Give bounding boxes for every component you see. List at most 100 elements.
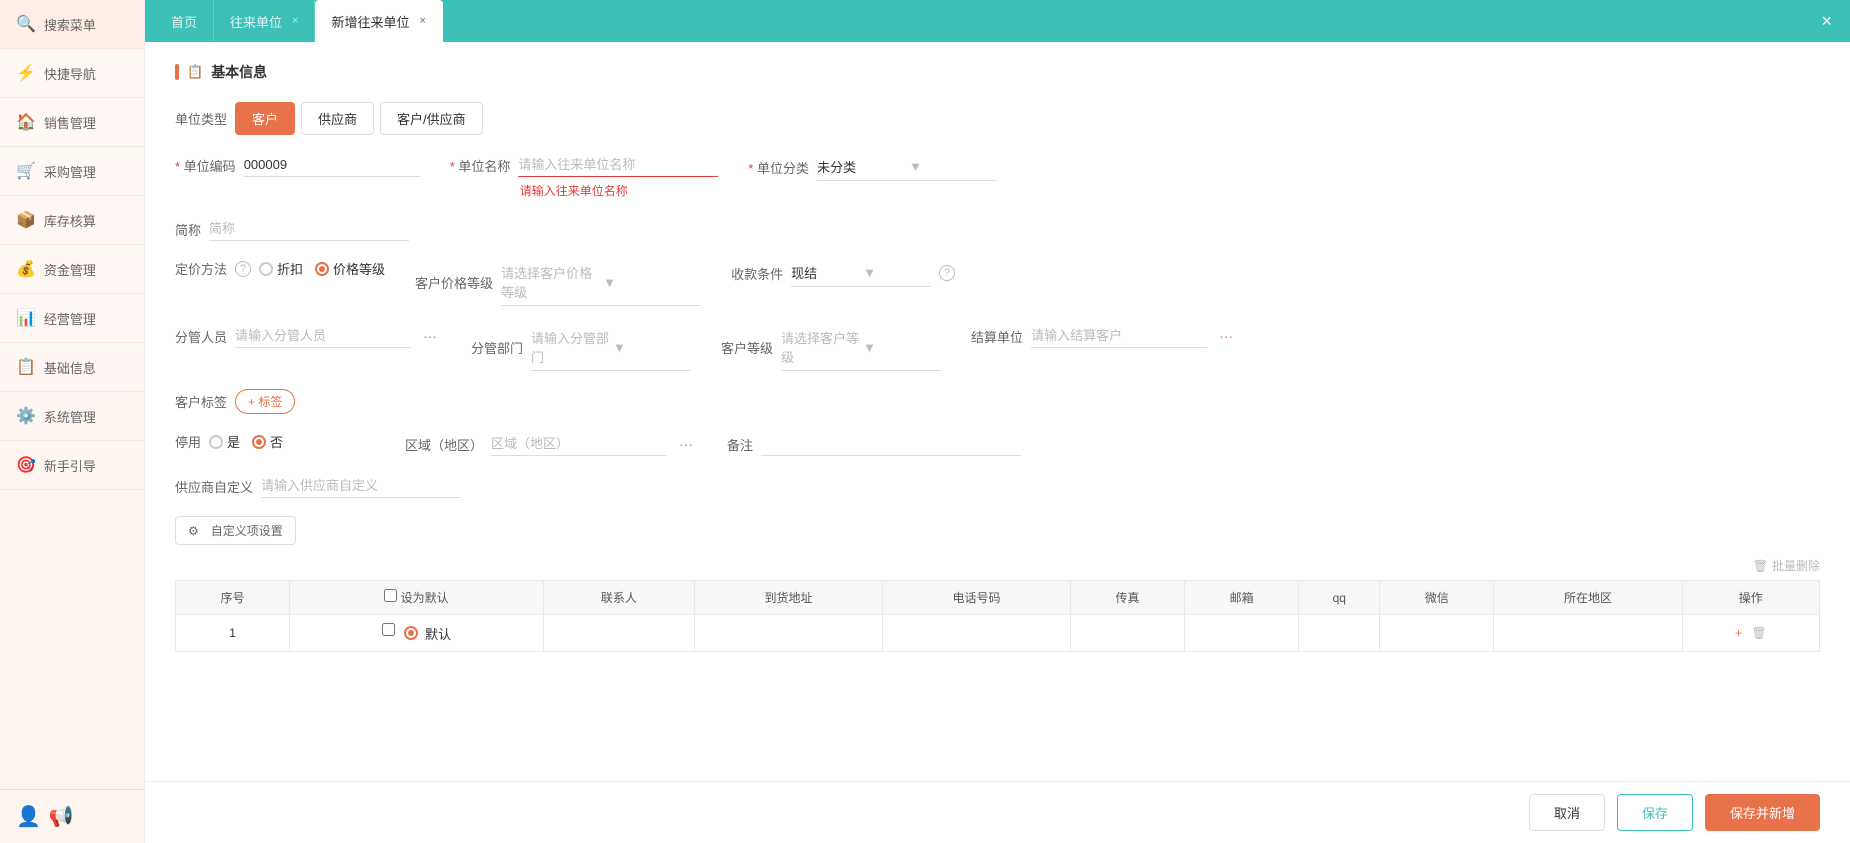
department-field: 分管部门 请输入分管部门 ▼ <box>471 324 691 371</box>
tab-new-counterpart[interactable]: 新增往来单位 × <box>315 0 442 42</box>
sidebar-item-finance[interactable]: 💰 资金管理 <box>0 245 144 294</box>
select-all-checkbox[interactable] <box>384 589 397 602</box>
sidebar-item-search[interactable]: 🔍 搜索菜单 <box>0 0 144 49</box>
disable-field: 停用 是 否 <box>175 432 375 451</box>
basic-info-icon: 📋 <box>16 357 36 377</box>
col-seq: 序号 <box>176 581 290 615</box>
unit-code-label: 单位编码 <box>175 156 236 175</box>
region-field: 区域（地区） ··· <box>405 432 697 456</box>
pricing-level-radio[interactable] <box>315 262 329 276</box>
manager-more[interactable]: ··· <box>419 328 441 344</box>
unit-name-input[interactable] <box>518 153 718 177</box>
batch-delete-btn[interactable]: 🗑 批量删除 <box>1753 557 1820 574</box>
close-all-tabs[interactable]: × <box>1813 11 1840 32</box>
tags-field: 客户标签 + 标签 <box>175 389 375 414</box>
quick-nav-icon: ⚡ <box>16 63 36 83</box>
guide-icon: 🎯 <box>16 455 36 475</box>
short-name-field: 简称 <box>175 217 409 241</box>
add-tag-btn[interactable]: + 标签 <box>235 389 295 414</box>
tab-counterparts[interactable]: 往来单位 × <box>214 0 315 42</box>
col-contact: 联系人 <box>543 581 694 615</box>
sidebar-item-quick-nav[interactable]: ⚡ 快捷导航 <box>0 49 144 98</box>
code-name-category-row: 单位编码 单位名称 请输入往来单位名称 单位分类 未分类 ▼ <box>175 153 1820 199</box>
default-radio-option[interactable]: 默认 <box>404 624 451 643</box>
disable-region-row: 停用 是 否 区域（地区） ··· 备注 <box>175 432 1820 456</box>
unit-category-select[interactable]: 未分类 ▼ <box>817 153 997 181</box>
disable-yes-option[interactable]: 是 <box>209 432 240 451</box>
disable-no-radio[interactable] <box>252 435 266 449</box>
pricing-method-label: 定价方法 <box>175 259 227 278</box>
cell-row-actions: + 🗑 <box>1682 615 1820 652</box>
payment-terms-select[interactable]: 现结 ▼ <box>791 259 931 287</box>
pricing-help-icon[interactable]: ? <box>235 261 251 277</box>
cell-region <box>1494 615 1682 652</box>
department-select[interactable]: 请输入分管部门 ▼ <box>531 324 691 371</box>
cell-email <box>1185 615 1299 652</box>
region-input[interactable] <box>491 432 667 456</box>
sidebar-item-inventory[interactable]: 📦 库存核算 <box>0 196 144 245</box>
pricing-level-option[interactable]: 价格等级 <box>315 259 385 278</box>
table-section: 🗑 批量删除 序号 设为默认 联系人 到货地址 电话号码 传真 邮箱 qq <box>175 557 1820 652</box>
supplier-custom-input[interactable] <box>261 474 461 498</box>
custom-settings-btn[interactable]: ⚙ ⚙ 自定义项设置 自定义项设置 <box>175 516 296 545</box>
tab-home[interactable]: 首页 <box>155 0 214 42</box>
table-actions: 🗑 批量删除 <box>175 557 1820 574</box>
inventory-icon: 📦 <box>16 210 36 230</box>
col-address: 到货地址 <box>694 581 882 615</box>
price-level-chevron: ▼ <box>603 275 701 290</box>
payment-terms-help[interactable]: ? <box>939 265 955 281</box>
section-title-icon: 📋 <box>187 64 203 80</box>
tab-new-counterpart-close[interactable]: × <box>419 15 425 27</box>
supplier-custom-row: 供应商自定义 <box>175 474 1820 498</box>
short-name-input[interactable] <box>209 217 409 241</box>
cell-address <box>694 615 882 652</box>
pricing-discount-radio[interactable] <box>259 262 273 276</box>
payment-terms-chevron: ▼ <box>863 265 931 280</box>
unit-name-label: 单位名称 <box>450 156 511 175</box>
system-icon: ⚙️ <box>16 406 36 426</box>
unit-name-field: 单位名称 请输入往来单位名称 <box>450 153 719 199</box>
disable-no-option[interactable]: 否 <box>252 432 283 451</box>
disable-radio-group: 是 否 <box>209 432 283 451</box>
row-add-btn[interactable]: + <box>1735 626 1742 640</box>
sidebar-item-operations[interactable]: 📊 经营管理 <box>0 294 144 343</box>
cancel-button[interactable]: 取消 <box>1529 794 1605 831</box>
customer-price-level-field: 客户价格等级 请选择客户价格等级 ▼ <box>415 259 701 306</box>
shortname-row: 简称 <box>175 217 1820 241</box>
unit-code-input[interactable] <box>244 153 420 177</box>
finance-icon: 💰 <box>16 259 36 279</box>
sidebar-item-sales[interactable]: 🏠 销售管理 <box>0 98 144 147</box>
unit-type-both-btn[interactable]: 客户/供应商 <box>380 102 483 135</box>
settlement-more[interactable]: ··· <box>1215 328 1237 344</box>
pricing-discount-option[interactable]: 折扣 <box>259 259 303 278</box>
sidebar-item-guide[interactable]: 🎯 新手引导 <box>0 441 144 490</box>
sidebar-item-purchase[interactable]: 🛒 采购管理 <box>0 147 144 196</box>
tab-bar: 首页 往来单位 × 新增往来单位 × × <box>145 0 1850 42</box>
table-body: 1 默认 <box>176 615 1820 652</box>
manager-input[interactable] <box>235 324 411 348</box>
cell-contact <box>543 615 694 652</box>
bottom-bar: 取消 保存 保存并新增 <box>145 781 1850 843</box>
disable-yes-radio[interactable] <box>209 435 223 449</box>
save-new-button[interactable]: 保存并新增 <box>1705 794 1820 831</box>
customer-level-select[interactable]: 请选择客户等级 ▼ <box>781 324 941 371</box>
tab-counterparts-close[interactable]: × <box>292 15 298 27</box>
save-button[interactable]: 保存 <box>1617 794 1693 831</box>
sidebar-item-basic-info[interactable]: 📋 基础信息 <box>0 343 144 392</box>
supplier-custom-label: 供应商自定义 <box>175 477 253 496</box>
notification-icon[interactable]: 📢 <box>49 804 74 829</box>
cell-fax <box>1071 615 1185 652</box>
user-icon[interactable]: 👤 <box>16 804 41 829</box>
region-more[interactable]: ··· <box>675 436 697 452</box>
sidebar-item-system[interactable]: ⚙️ 系统管理 <box>0 392 144 441</box>
unit-type-label: 单位类型 <box>175 109 227 128</box>
customer-price-level-select[interactable]: 请选择客户价格等级 ▼ <box>501 259 701 306</box>
unit-type-customer-btn[interactable]: 客户 <box>235 102 295 135</box>
row-delete-btn[interactable]: 🗑 <box>1751 626 1766 640</box>
unit-type-field: 单位类型 客户 供应商 客户/供应商 <box>175 102 483 135</box>
row-checkbox[interactable] <box>382 623 395 636</box>
unit-type-supplier-btn[interactable]: 供应商 <box>301 102 374 135</box>
remarks-input[interactable] <box>761 432 1021 456</box>
sidebar: 🔍 搜索菜单 ⚡ 快捷导航 🏠 销售管理 🛒 采购管理 📦 库存核算 💰 资金管… <box>0 0 145 843</box>
settlement-unit-input[interactable] <box>1031 324 1207 348</box>
